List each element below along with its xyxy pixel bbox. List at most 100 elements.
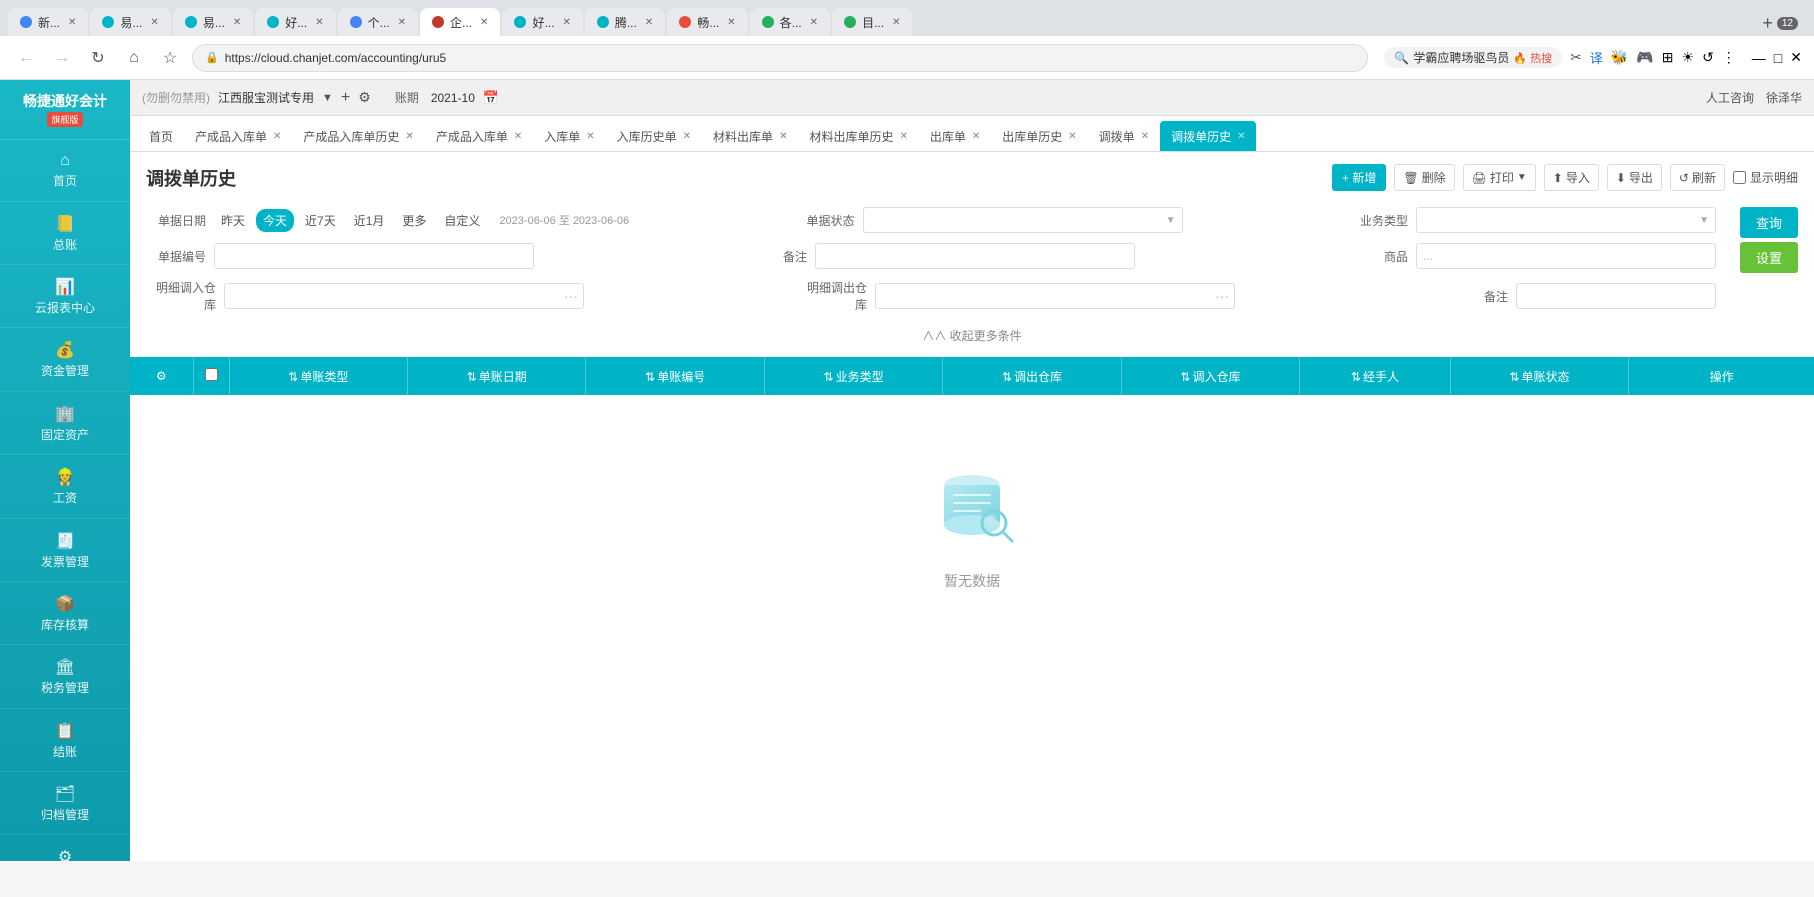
content-tab-home[interactable]: 首页 [138,121,184,151]
goods-select[interactable]: ... [1416,243,1716,269]
gear-icon[interactable]: ⚙ [156,369,167,383]
content-tab-in-order-hist[interactable]: 入库历史单 ✕ [606,121,702,151]
browser-tab-6[interactable]: 企... ✕ [420,8,500,36]
sidebar-item-invoice[interactable]: 🧾 发票管理 [0,519,130,582]
remark-input[interactable] [815,243,1135,269]
date-btn-last1month[interactable]: 近1月 [347,209,392,232]
content-tab-material-out-hist[interactable]: 材料出库单历史 ✕ [798,121,918,151]
th-doc_status[interactable]: ⇅单账状态 [1450,357,1628,395]
company-dropdown-icon[interactable]: ▼ [322,92,333,104]
browser-tab-5[interactable]: 个... ✕ [338,8,418,36]
th-handler[interactable]: ⇅经手人 [1300,357,1451,395]
content-tab-transfer-hist[interactable]: 调拨单历史 ✕ [1160,121,1256,151]
browser-tab-10[interactable]: 各... ✕ [750,8,830,36]
sidebar-item-archive[interactable]: 🗂 归档管理 [0,772,130,835]
export-btn[interactable]: ⬇ 导出 [1607,164,1662,191]
sidebar-item-funds[interactable]: 💰 资金管理 [0,328,130,391]
browser-tab-7[interactable]: 好... ✕ [502,8,582,36]
sidebar-item-closing[interactable]: 📋 结账 [0,709,130,772]
remark2-input[interactable] [1516,283,1716,309]
th-out_warehouse[interactable]: ⇅调出仓库 [943,357,1121,395]
sidebar-item-salary[interactable]: 👷 工资 [0,455,130,518]
sidebar-item-tax[interactable]: 🏛 税务管理 [0,645,130,708]
minimize-btn[interactable]: — [1752,50,1766,66]
content-tab-out-order[interactable]: 出库单 ✕ [919,121,991,151]
content-tab-transfer[interactable]: 调拨单 ✕ [1088,121,1160,151]
detail-out-input[interactable] [875,283,1235,309]
apps-icon[interactable]: ⊞ [1662,49,1674,66]
sidebar-item-settings[interactable]: ⚙ 基础设置 [0,835,130,861]
biz-type-select[interactable]: ▼ [1416,207,1716,233]
translate-icon[interactable]: 译 [1590,48,1603,67]
browser-tab-3[interactable]: 易... ✕ [173,8,253,36]
th-in_warehouse[interactable]: ⇅调入仓库 [1121,357,1299,395]
select-all-checkbox[interactable] [205,368,218,381]
status-select[interactable]: ▼ [863,207,1183,233]
th-settings[interactable]: ⚙ [130,357,193,395]
browser-tab-9[interactable]: 畅... ✕ [667,8,747,36]
show-cols-toggle[interactable]: 显示明细 [1733,169,1798,186]
th-operation[interactable]: 操作 [1629,357,1814,395]
forward-btn[interactable]: → [48,44,76,72]
browser-tab-2[interactable]: 易... ✕ [90,8,170,36]
new-tab-btn[interactable]: + [1762,13,1773,34]
th-doc_type[interactable]: ⇅单账类型 [229,357,407,395]
browser-search-bar[interactable]: 🔍 学霸应聘场驱鸟员 🔥 热搜 [1384,47,1562,68]
company-name[interactable]: 江西服宝测试专用 [218,89,314,106]
date-btn-custom[interactable]: 自定义 [437,209,487,232]
th-checkbox[interactable] [193,357,229,395]
content-tab-purchase-in-hist[interactable]: 产成品入库单历史 ✕ [292,121,424,151]
th-doc_no[interactable]: ⇅单账编号 [586,357,764,395]
extension-icon2[interactable]: 🎮 [1636,49,1653,66]
date-btn-more[interactable]: 更多 [395,209,433,232]
sidebar-item-ledger[interactable]: 📒 总账 [0,202,130,265]
query-btn[interactable]: 查询 [1740,207,1798,238]
bookmark-btn[interactable]: ☆ [156,44,184,72]
username-display[interactable]: 徐泽华 [1766,89,1802,106]
detail-out-dots[interactable]: ··· [1215,288,1229,304]
sidebar-item-home[interactable]: ⌂ 首页 [0,140,130,201]
content-tab-purchase-in[interactable]: 产成品入库单 ✕ [184,121,292,151]
date-btn-last7days[interactable]: 近7天 [298,209,343,232]
settings-icon[interactable]: ⚙ [358,89,371,106]
home-browser-btn[interactable]: ⌂ [120,44,148,72]
sidebar-item-reports[interactable]: 📊 云报表中心 [0,265,130,328]
refresh-btn[interactable]: ↺ 刷新 [1670,164,1725,191]
th-biz_type[interactable]: ⇅业务类型 [764,357,942,395]
back-btn[interactable]: ← [12,44,40,72]
date-btn-yesterday[interactable]: 昨天 [214,209,252,232]
print-btn[interactable]: 🖨 打印 ▼ [1463,164,1536,191]
address-bar[interactable]: 🔒 https://cloud.chanjet.com/accounting/u… [192,44,1368,72]
calendar-icon[interactable]: 📅 [483,90,499,106]
content-tab-material-out[interactable]: 材料出库单 ✕ [702,121,798,151]
period-value[interactable]: 2021-10 [431,91,475,105]
content-tab-purchase-in2[interactable]: 产成品入库单 ✕ [425,121,533,151]
detail-in-input[interactable] [224,283,584,309]
import-btn[interactable]: ⬆ 导入 [1544,164,1599,191]
maximize-btn[interactable]: □ [1774,50,1782,66]
browser-tab-11[interactable]: 目... ✕ [832,8,912,36]
docno-input[interactable] [214,243,534,269]
browser-tab-4[interactable]: 好... ✕ [255,8,335,36]
detail-in-dots[interactable]: ··· [564,288,578,304]
refresh-browser-btn[interactable]: ↻ [84,44,112,72]
content-tab-out-order-hist[interactable]: 出库单历史 ✕ [991,121,1087,151]
show-cols-checkbox[interactable] [1733,171,1746,184]
extension-icon1[interactable]: 🐝 [1611,49,1628,66]
add-company-btn[interactable]: + [341,89,350,107]
filter-settings-btn[interactable]: 设置 [1740,242,1798,273]
sidebar-item-inventory[interactable]: 📦 库存核算 [0,582,130,645]
history-icon[interactable]: ↺ [1702,49,1714,66]
content-tab-in-order[interactable]: 入库单 ✕ [533,121,605,151]
sidebar-item-assets[interactable]: 🏢 固定资产 [0,392,130,455]
delete-btn[interactable]: 🗑 删除 [1394,164,1454,191]
menu-icon[interactable]: ⋮ [1722,49,1736,66]
new-btn[interactable]: + 新增 [1332,164,1386,191]
theme-icon[interactable]: ☀ [1682,49,1695,66]
date-btn-today[interactable]: 今天 [256,209,294,232]
browser-tab-1[interactable]: 新... ✕ [8,8,88,36]
browser-tab-8[interactable]: 腾... ✕ [585,8,665,36]
user-service-btn[interactable]: 人工咨询 [1706,89,1754,106]
collapse-bar[interactable]: ∧∧ 收起更多条件 [146,323,1798,348]
close-browser-btn[interactable]: ✕ [1790,49,1802,66]
